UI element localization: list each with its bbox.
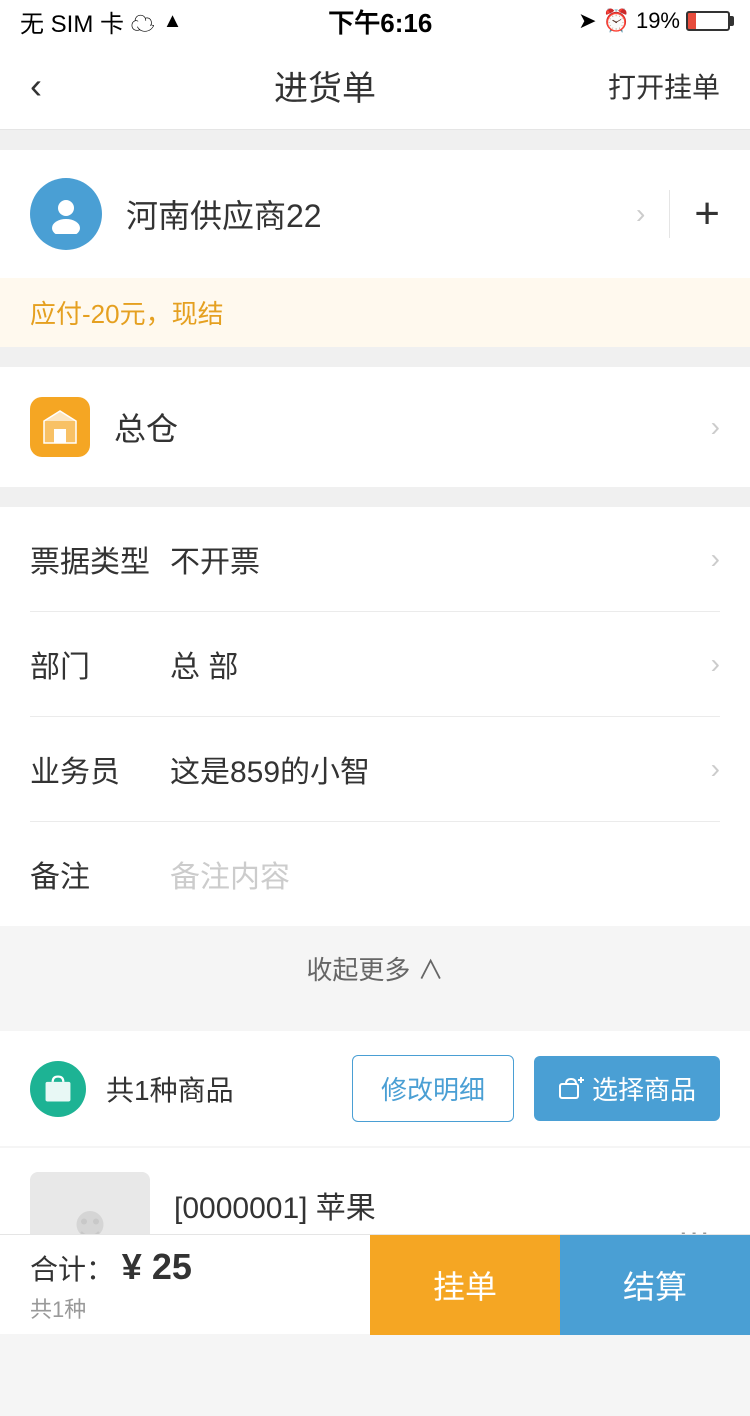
separator-3: [0, 487, 750, 507]
wifi-icon: ▲: [163, 10, 183, 33]
invoice-chevron-icon: ›: [711, 543, 720, 575]
open-pending-button[interactable]: 打开挂单: [608, 66, 720, 106]
invoice-type-row[interactable]: 票据类型 不开票 ›: [0, 507, 750, 611]
hang-order-button[interactable]: 挂单: [370, 1235, 560, 1335]
add-supplier-button[interactable]: +: [694, 192, 720, 236]
separator-1: [0, 130, 750, 150]
battery-icon: [686, 11, 730, 31]
chevron-right-icon: ›: [636, 198, 645, 230]
warehouse-row[interactable]: 总仓 ›: [0, 367, 750, 487]
separator-2: [0, 347, 750, 367]
invoice-type-value: 不开票: [170, 537, 711, 581]
collapse-row[interactable]: 收起更多 ∧: [0, 926, 750, 1011]
supplier-section: 河南供应商22 › + 应付-20元，现结: [0, 150, 750, 347]
warehouse-icon: [30, 397, 90, 457]
department-value: 总 部: [170, 642, 711, 686]
salesperson-chevron-icon: ›: [711, 753, 720, 785]
alarm-icon: ⏰: [603, 8, 630, 34]
avatar: [30, 178, 102, 250]
department-row[interactable]: 部门 总 部 ›: [0, 612, 750, 716]
product-name: [0000001] 苹果: [174, 1183, 668, 1227]
nav-bar: ‹ 进货单 打开挂单: [0, 42, 750, 130]
select-product-button[interactable]: 选择商品: [534, 1056, 720, 1121]
total-row: 合计： ¥ 25: [30, 1246, 340, 1288]
location-icon: ➤: [578, 8, 596, 34]
vertical-divider: [669, 190, 670, 238]
status-left: 无 SIM 卡 ☁ ▲: [20, 4, 182, 39]
supplier-row[interactable]: 河南供应商22 › +: [0, 150, 750, 278]
remark-input[interactable]: 备注内容: [170, 852, 720, 896]
back-button[interactable]: ‹: [30, 65, 42, 107]
sim-label: 无 SIM 卡 ☁: [20, 4, 155, 39]
salesperson-row[interactable]: 业务员 这是859的小智 ›: [0, 717, 750, 821]
total-section: 合计： ¥ 25 共1种: [0, 1246, 370, 1324]
total-amount: ¥ 25: [122, 1246, 192, 1287]
products-icon: [30, 1061, 86, 1117]
bottom-bar: 合计： ¥ 25 共1种 挂单 结算: [0, 1234, 750, 1334]
form-section: 票据类型 不开票 › 部门 总 部 › 业务员 这是859的小智 › 备注 备注…: [0, 507, 750, 926]
department-label: 部门: [30, 642, 170, 686]
status-right: ➤ ⏰ 19%: [578, 8, 730, 34]
warehouse-section: 总仓 ›: [0, 367, 750, 487]
salesperson-label: 业务员: [30, 747, 170, 791]
remark-label: 备注: [30, 852, 170, 896]
warehouse-chevron-icon: ›: [711, 411, 720, 443]
supplier-name: 河南供应商22: [126, 191, 636, 237]
battery-percent: 19%: [636, 8, 680, 34]
select-product-label: 选择商品: [592, 1070, 696, 1107]
remark-row[interactable]: 备注 备注内容: [0, 822, 750, 926]
products-section-header: 共1种商品 修改明细 选择商品: [0, 1031, 750, 1146]
status-bar: 无 SIM 卡 ☁ ▲ 下午6:16 ➤ ⏰ 19%: [0, 0, 750, 42]
page-title: 进货单: [274, 61, 376, 110]
warehouse-name: 总仓: [114, 404, 711, 450]
balance-notice: 应付-20元，现结: [0, 278, 750, 347]
total-count: 共1种: [30, 1292, 340, 1324]
status-time: 下午6:16: [328, 3, 432, 40]
salesperson-value: 这是859的小智: [170, 747, 711, 791]
invoice-type-label: 票据类型: [30, 537, 170, 581]
total-label: 合计：: [30, 1254, 114, 1285]
products-count: 共1种商品: [106, 1069, 352, 1109]
department-chevron-icon: ›: [711, 648, 720, 680]
cart-icon: [558, 1076, 584, 1102]
checkout-button[interactable]: 结算: [560, 1235, 750, 1335]
modify-detail-button[interactable]: 修改明细: [352, 1055, 514, 1122]
